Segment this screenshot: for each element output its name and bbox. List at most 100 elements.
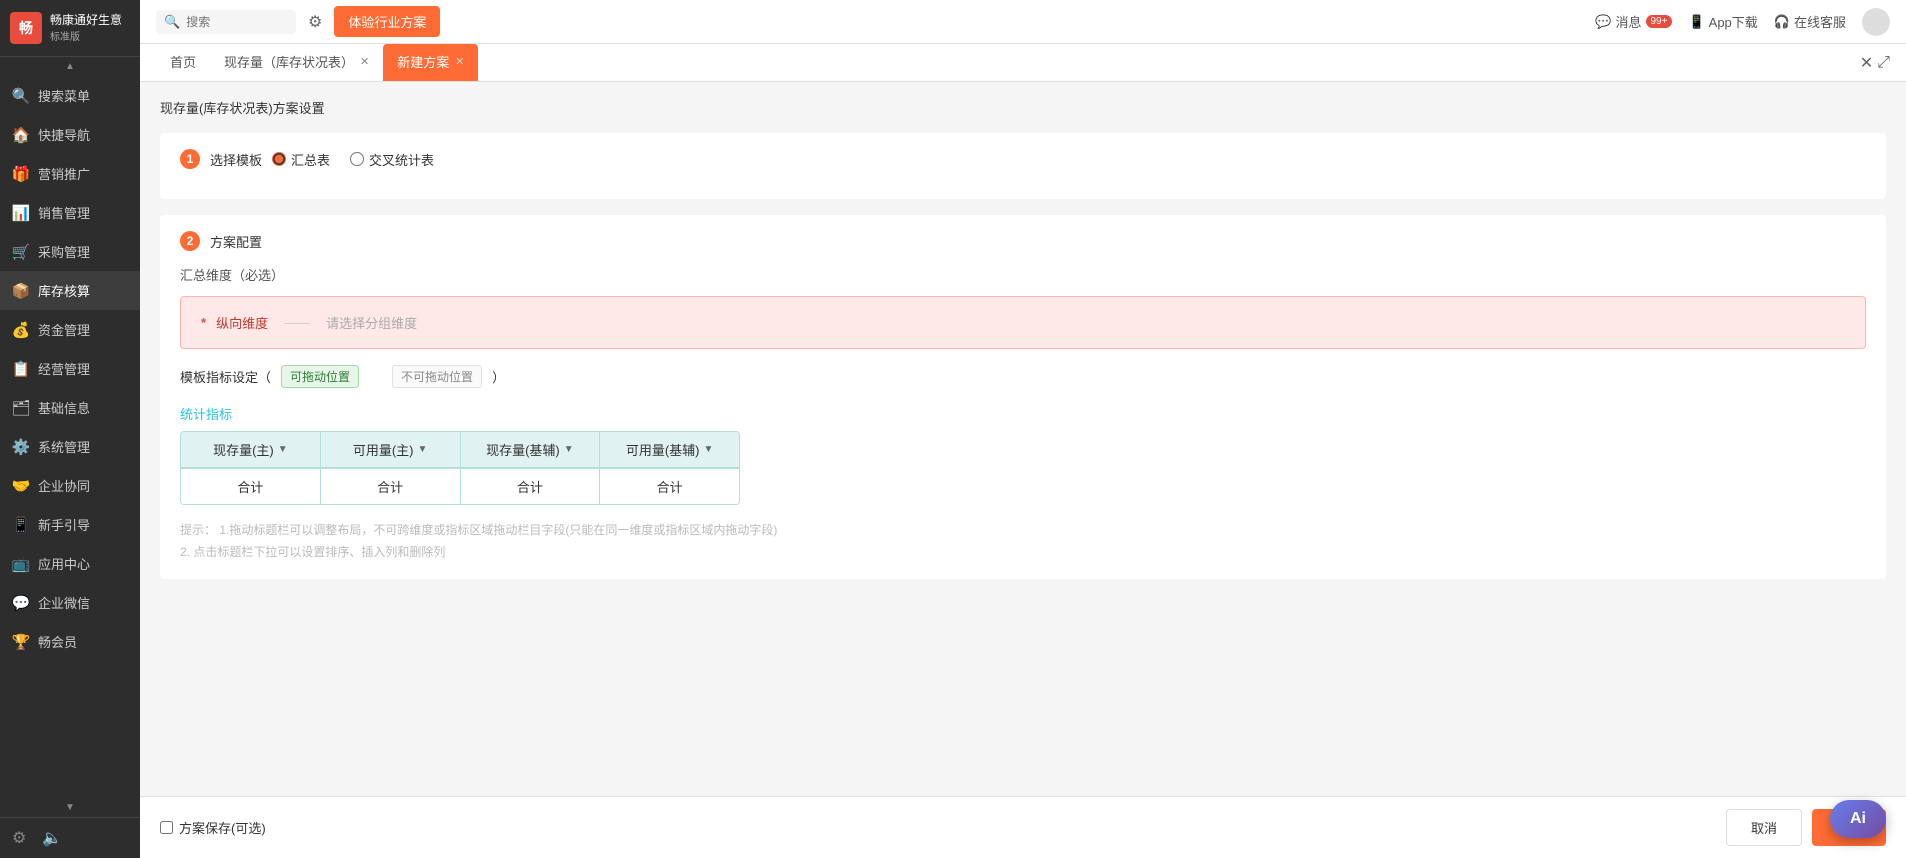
settings-icon[interactable]: ⚙ — [12, 828, 26, 848]
col-head-3[interactable]: 可用量(基辅) ▼ — [600, 432, 739, 468]
ai-float-button[interactable]: Ai — [1830, 800, 1886, 838]
tab-inventory-label: 现存量（库存状况表） — [224, 52, 354, 71]
step2-badge: 2 — [180, 231, 200, 251]
home-icon: 🏠 — [12, 126, 30, 144]
sidebar-item-inventory[interactable]: 📦 库存核算 — [0, 271, 140, 310]
sidebar-item-operations[interactable]: 📋 经营管理 — [0, 349, 140, 388]
stats-table-body: 合计 合计 合计 合计 — [181, 469, 739, 504]
sidebar-scroll-up[interactable]: ▲ — [0, 57, 140, 76]
sidebar: 畅 畅康通好生意 标准版 ▲ 🔍 搜索菜单 🏠 快捷导航 🎁 营销推广 📊 销售… — [0, 0, 140, 858]
sidebar-item-marketing[interactable]: 🎁 营销推广 — [0, 154, 140, 193]
sidebar-item-label: 企业协同 — [38, 476, 90, 495]
tab-inventory-status[interactable]: 现存量（库存状况表） ✕ — [210, 44, 383, 81]
gift-icon: 🎁 — [12, 165, 30, 183]
col2-chevron-icon[interactable]: ▼ — [564, 444, 574, 455]
sidebar-item-cooperation[interactable]: 🤝 企业协同 — [0, 466, 140, 505]
dim-placeholder: 请选择分组维度 — [326, 313, 417, 332]
brand-icon: 畅 — [10, 12, 42, 44]
col-cell-2: 合计 — [461, 469, 601, 504]
chat-icon: 💬 — [12, 594, 30, 612]
trial-btn[interactable]: 体验行业方案 — [334, 6, 440, 37]
speaker-icon[interactable]: 🔈 — [42, 828, 62, 848]
sidebar-item-newbie[interactable]: 📱 新手引导 — [0, 505, 140, 544]
col-cell-0: 合计 — [181, 469, 321, 504]
tab-new-plan[interactable]: 新建方案 ✕ — [383, 44, 478, 81]
tv-icon: 📺 — [12, 555, 30, 573]
gear-icon: ⚙️ — [12, 438, 30, 456]
stats-table: 现存量(主) ▼ 可用量(主) ▼ 现存量(基辅) ▼ 可用量(基辅) — [180, 431, 740, 505]
tip-2: 2. 点击标题栏下拉可以设置排序、插入列和删除列 — [180, 542, 1866, 564]
step1-label: 选择模板 — [210, 150, 262, 169]
tab-home[interactable]: 首页 — [156, 44, 210, 81]
template-radio-group: 汇总表 交叉统计表 — [272, 150, 434, 169]
sidebar-item-search[interactable]: 🔍 搜索菜单 — [0, 76, 140, 115]
sidebar-item-system[interactable]: ⚙️ 系统管理 — [0, 427, 140, 466]
topbar: 🔍 ⚙ 体验行业方案 💬 消息 99+ 📱 App下载 🎧 在线客服 — [140, 0, 1906, 44]
sidebar-item-label: 经营管理 — [38, 359, 90, 378]
step2-card: 2 方案配置 汇总维度（必选） * 纵向维度 —— 请选择分组维度 模板指标设定… — [160, 215, 1886, 579]
message-badge: 99+ — [1646, 15, 1673, 28]
col1-chevron-icon[interactable]: ▼ — [418, 444, 428, 455]
col3-label: 可用量(基辅) — [626, 440, 700, 459]
content-area: 现存量(库存状况表)方案设置 1 选择模板 汇总表 交叉统计表 — [140, 82, 1906, 796]
topbar-gear-icon[interactable]: ⚙ — [308, 12, 322, 32]
col-head-1[interactable]: 可用量(主) ▼ — [321, 432, 461, 468]
main-area: 🔍 ⚙ 体验行业方案 💬 消息 99+ 📱 App下载 🎧 在线客服 — [140, 0, 1906, 858]
sidebar-item-wechat[interactable]: 💬 企业微信 — [0, 583, 140, 622]
asterisk-icon: * — [201, 315, 206, 330]
sidebar-item-label: 销售管理 — [38, 203, 90, 222]
sidebar-bottom: ⚙ 🔈 — [0, 817, 140, 858]
sidebar-item-member[interactable]: 🏆 畅会员 — [0, 622, 140, 661]
sidebar-scroll-down[interactable]: ▼ — [0, 798, 140, 817]
stats-table-head: 现存量(主) ▼ 可用量(主) ▼ 现存量(基辅) ▼ 可用量(基辅) — [181, 432, 739, 469]
dash-divider: —— — [284, 315, 310, 330]
tab-inventory-close-icon[interactable]: ✕ — [360, 55, 369, 68]
col0-label: 现存量(主) — [213, 440, 274, 459]
avatar[interactable] — [1862, 8, 1890, 36]
message-btn[interactable]: 💬 消息 99+ — [1595, 12, 1672, 31]
sidebar-item-quick-nav[interactable]: 🏠 快捷导航 — [0, 115, 140, 154]
topbar-left: 🔍 ⚙ 体验行业方案 — [156, 6, 440, 37]
topbar-search-box[interactable]: 🔍 — [156, 10, 296, 34]
money-icon: 💰 — [12, 321, 30, 339]
cancel-button[interactable]: 取消 — [1726, 809, 1802, 846]
save-plan-checkbox-label[interactable]: 方案保存(可选) — [160, 818, 266, 837]
sidebar-item-purchase[interactable]: 🛒 采购管理 — [0, 232, 140, 271]
sidebar-item-label: 企业微信 — [38, 593, 90, 612]
topbar-right: 💬 消息 99+ 📱 App下载 🎧 在线客服 — [1595, 8, 1890, 36]
indicator-settings-close: ） — [492, 367, 505, 386]
radio-cross[interactable]: 交叉统计表 — [350, 150, 434, 169]
tip-1: 提示： 1.拖动标题栏可以调整布局，不可跨维度或指标区域拖动栏目字段(只能在同一… — [180, 520, 1866, 542]
sidebar-item-finance[interactable]: 💰 资金管理 — [0, 310, 140, 349]
search-input[interactable] — [186, 15, 286, 29]
col-head-0[interactable]: 现存量(主) ▼ — [181, 432, 321, 468]
non-draggable-tag: 不可拖动位置 — [392, 365, 482, 388]
sidebar-item-apps[interactable]: 📺 应用中心 — [0, 544, 140, 583]
stats-section: 统计指标 现存量(主) ▼ 可用量(主) ▼ 现存量(基辅) — [180, 404, 1866, 508]
tips-section: 提示： 1.拖动标题栏可以调整布局，不可跨维度或指标区域拖动栏目字段(只能在同一… — [180, 520, 1866, 563]
folder-icon: 🗂 — [12, 399, 30, 417]
radio-cross-input[interactable] — [350, 152, 364, 166]
sidebar-item-basic[interactable]: 🗂 基础信息 — [0, 388, 140, 427]
radio-summary[interactable]: 汇总表 — [272, 150, 330, 169]
sidebar-item-sales[interactable]: 📊 销售管理 — [0, 193, 140, 232]
online-service-btn[interactable]: 🎧 在线客服 — [1774, 12, 1846, 31]
tab-new-plan-close-icon[interactable]: ✕ — [455, 55, 464, 68]
col0-chevron-icon[interactable]: ▼ — [278, 444, 288, 455]
expand-panel-btn[interactable]: ⤢ — [1877, 54, 1890, 72]
col3-chevron-icon[interactable]: ▼ — [704, 444, 714, 455]
close-panel-btn[interactable]: ✕ — [1860, 53, 1873, 73]
page-title: 现存量(库存状况表)方案设置 — [160, 98, 1886, 117]
radio-summary-input[interactable] — [272, 152, 286, 166]
message-icon: 💬 — [1595, 14, 1611, 30]
col-cell-3: 合计 — [600, 469, 739, 504]
sidebar-item-label: 应用中心 — [38, 554, 90, 573]
col-head-2[interactable]: 现存量(基辅) ▼ — [461, 432, 601, 468]
app-download-btn[interactable]: 📱 App下载 — [1688, 12, 1757, 31]
handshake-icon: 🤝 — [12, 477, 30, 495]
save-plan-checkbox[interactable] — [160, 821, 173, 834]
search-icon: 🔍 — [164, 14, 180, 30]
sidebar-brand: 畅 畅康通好生意 标准版 — [0, 0, 140, 57]
cart-icon: 🛒 — [12, 243, 30, 261]
chart-icon: 📊 — [12, 204, 30, 222]
